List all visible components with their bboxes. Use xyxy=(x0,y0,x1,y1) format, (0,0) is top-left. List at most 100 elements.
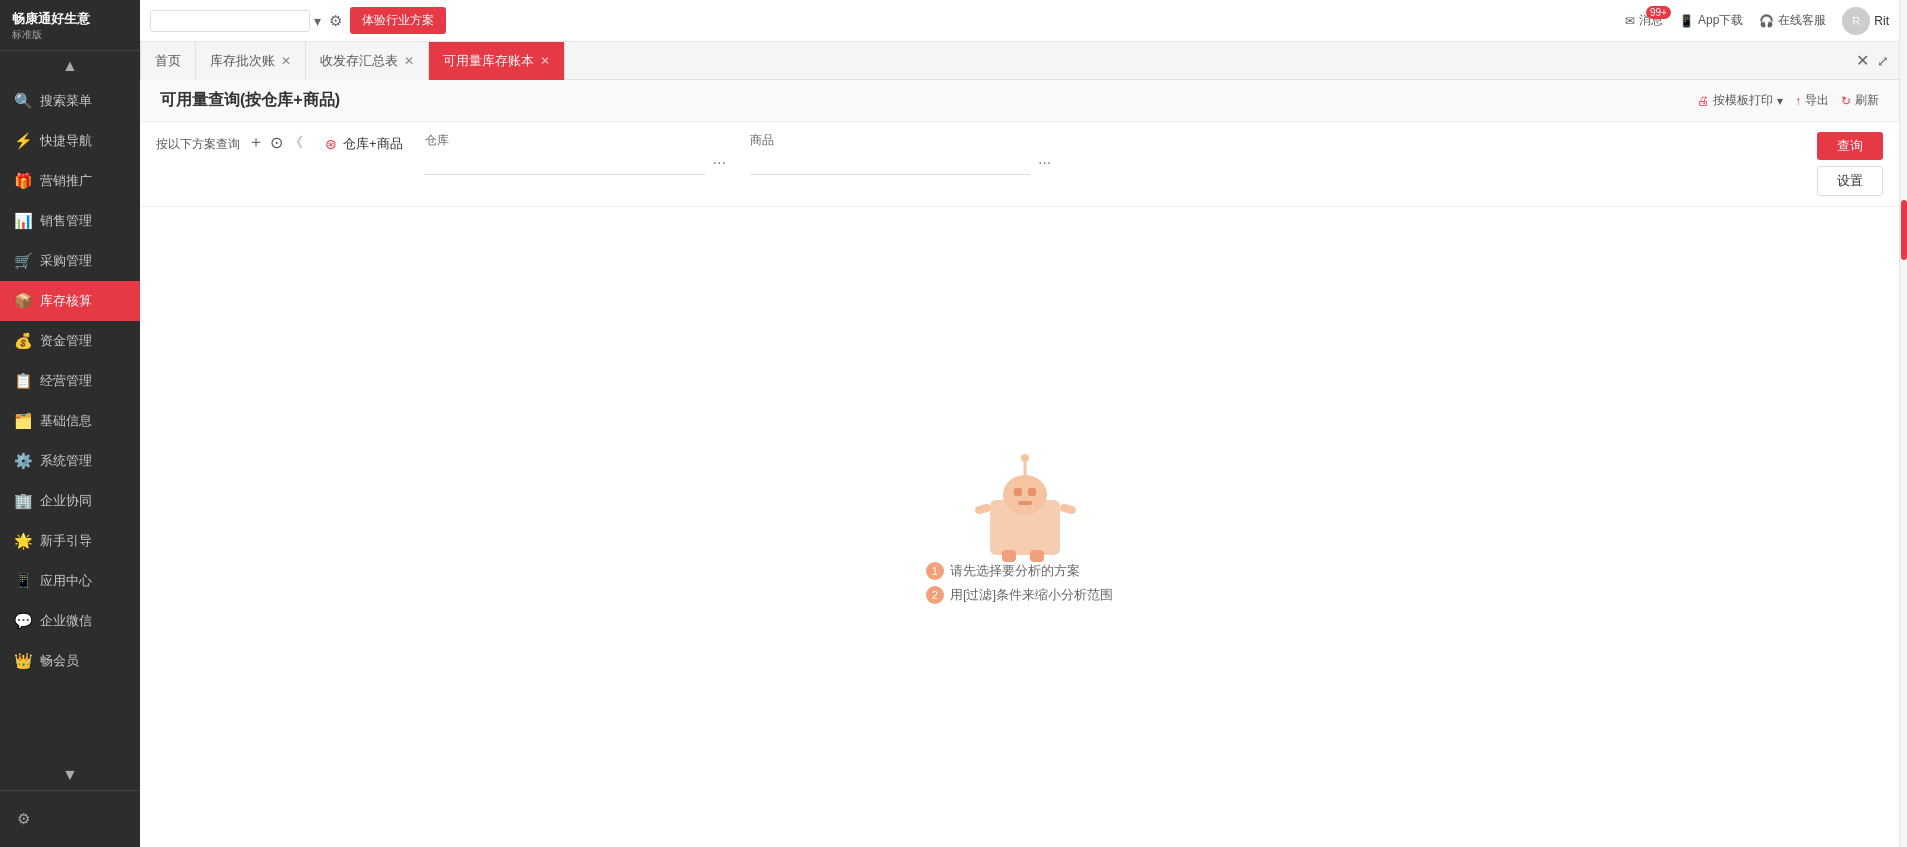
topbar-gear-button[interactable]: ⚙ xyxy=(329,12,342,30)
svg-rect-8 xyxy=(1030,550,1044,562)
app-download-group[interactable]: 📱 App下载 xyxy=(1679,12,1743,29)
scrollbar-thumb[interactable] xyxy=(1901,200,1907,260)
tab-available[interactable]: 可用量库存账本 ✕ xyxy=(429,42,565,80)
sidebar-item-settings[interactable]: ⚙ xyxy=(0,799,140,839)
settings-bottom-icon: ⚙ xyxy=(14,810,32,828)
enterprise-icon: 🏢 xyxy=(14,492,32,510)
sidebar-item-marketing[interactable]: 🎁 营销推广 xyxy=(0,161,140,201)
topbar-search-area: ▾ xyxy=(150,10,321,32)
goods-input[interactable] xyxy=(750,151,1030,175)
sidebar-item-finance[interactable]: 💰 资金管理 xyxy=(0,321,140,361)
goods-more-button[interactable]: ··· xyxy=(1034,154,1055,172)
warehouse-label: 仓库 xyxy=(425,132,730,149)
svg-point-10 xyxy=(1021,454,1029,462)
print-button[interactable]: 🖨 按模板打印 ▾ xyxy=(1697,92,1783,109)
sidebar-item-inventory[interactable]: 📦 库存核算 xyxy=(0,281,140,321)
inventory-icon: 📦 xyxy=(14,292,32,310)
sidebar-item-operation[interactable]: 📋 经营管理 xyxy=(0,361,140,401)
tab-label-available: 可用量库存账本 xyxy=(443,52,534,70)
message-icon-group[interactable]: ✉ 消息 99+ xyxy=(1625,12,1663,29)
empty-illustration xyxy=(970,450,1070,550)
logo-sub: 标准版 xyxy=(12,28,128,42)
print-label: 按模板打印 xyxy=(1713,92,1773,109)
export-button[interactable]: ↑ 导出 xyxy=(1795,92,1829,109)
print-dropdown-icon: ▾ xyxy=(1777,94,1783,108)
main-area: ▾ ⚙ 体验行业方案 ✉ 消息 99+ 📱 App下载 🎧 在线客服 R R xyxy=(140,0,1899,847)
collapse-filter-button[interactable]: 《 xyxy=(289,134,303,152)
settings-button[interactable]: 设置 xyxy=(1817,166,1883,196)
sidebar-item-label-newbie: 新手引导 xyxy=(40,532,92,550)
tab-close-batch[interactable]: ✕ xyxy=(281,54,291,68)
tabbar-actions: ✕ ⤢ xyxy=(1856,51,1899,70)
refresh-button[interactable]: ↻ 刷新 xyxy=(1841,92,1879,109)
sidebar-item-quicknav[interactable]: ⚡ 快捷导航 xyxy=(0,121,140,161)
search-input[interactable] xyxy=(150,10,310,32)
sidebar-item-label-search: 搜索菜单 xyxy=(40,92,92,110)
query-button[interactable]: 查询 xyxy=(1817,132,1883,160)
manage-scheme-button[interactable]: ⊙ xyxy=(270,133,283,152)
online-service-group[interactable]: 🎧 在线客服 xyxy=(1759,12,1826,29)
page-header-actions: 🖨 按模板打印 ▾ ↑ 导出 ↻ 刷新 xyxy=(1697,92,1879,109)
headset-icon: 🎧 xyxy=(1759,14,1774,28)
sidebar-scroll-area: 🔍 搜索菜单 ⚡ 快捷导航 🎁 营销推广 📊 销售管理 🛒 采购管理 📦 库存核… xyxy=(0,81,140,760)
sidebar-scroll-up-button[interactable]: ▲ xyxy=(0,51,140,81)
export-icon: ↑ xyxy=(1795,94,1801,108)
refresh-icon: ↻ xyxy=(1841,94,1851,108)
scheme-item-warehouse-goods[interactable]: ⊛ 仓库+商品 xyxy=(319,132,409,156)
svg-rect-7 xyxy=(1002,550,1016,562)
right-scrollbar[interactable] xyxy=(1899,0,1907,847)
industry-solution-button[interactable]: 体验行业方案 xyxy=(350,7,446,34)
sidebar-item-wechat[interactable]: 💬 企业微信 xyxy=(0,601,140,641)
sidebar-item-sales[interactable]: 📊 销售管理 xyxy=(0,201,140,241)
sidebar: 畅康通好生意 标准版 ▲ 🔍 搜索菜单 ⚡ 快捷导航 🎁 营销推广 📊 销售管理… xyxy=(0,0,140,847)
svg-rect-6 xyxy=(1059,503,1077,515)
warehouse-input[interactable] xyxy=(425,151,705,175)
filter-fields: 仓库 ··· 商品 ··· xyxy=(425,132,1801,175)
sidebar-item-label-enterprise: 企业协同 xyxy=(40,492,92,510)
sidebar-scroll-down-button[interactable]: ▼ xyxy=(0,760,140,790)
add-scheme-button[interactable]: ＋ xyxy=(248,132,264,153)
quicknav-icon: ⚡ xyxy=(14,132,32,150)
sidebar-item-appcenter[interactable]: 📱 应用中心 xyxy=(0,561,140,601)
filter-section: 按以下方案查询 ＋ ⊙ 《 ⊛ 仓库+商品 仓库 xyxy=(140,122,1899,207)
warehouse-more-button[interactable]: ··· xyxy=(709,154,730,172)
sidebar-item-basic[interactable]: 🗂️ 基础信息 xyxy=(0,401,140,441)
sidebar-item-label-basic: 基础信息 xyxy=(40,412,92,430)
goods-label: 商品 xyxy=(750,132,1055,149)
hint-num-1: 1 xyxy=(926,562,944,580)
svg-rect-4 xyxy=(1018,501,1032,505)
expand-tab-button[interactable]: ⤢ xyxy=(1877,53,1889,69)
tab-close-available[interactable]: ✕ xyxy=(540,54,550,68)
purchase-icon: 🛒 xyxy=(14,252,32,270)
sidebar-item-enterprise[interactable]: 🏢 企业协同 xyxy=(0,481,140,521)
sidebar-item-vip[interactable]: 👑 畅会员 xyxy=(0,641,140,681)
goods-filter-field: 商品 ··· xyxy=(750,132,1055,175)
sidebar-item-label-wechat: 企业微信 xyxy=(40,612,92,630)
tab-summary[interactable]: 收发存汇总表 ✕ xyxy=(306,42,429,80)
logo-title: 畅康通好生意 xyxy=(12,10,128,28)
avatar: R xyxy=(1842,7,1870,35)
sidebar-item-search[interactable]: 🔍 搜索菜单 xyxy=(0,81,140,121)
search-dropdown-button[interactable]: ▾ xyxy=(314,13,321,29)
sidebar-item-purchase[interactable]: 🛒 采购管理 xyxy=(0,241,140,281)
appcenter-icon: 📱 xyxy=(14,572,32,590)
close-all-tabs-button[interactable]: ✕ xyxy=(1856,51,1869,70)
tab-close-summary[interactable]: ✕ xyxy=(404,54,414,68)
page-header: 可用量查询(按仓库+商品) 🖨 按模板打印 ▾ ↑ 导出 ↻ 刷新 xyxy=(140,80,1899,122)
filter-scheme-label: 按以下方案查询 xyxy=(156,132,240,153)
user-avatar-group[interactable]: R Rit xyxy=(1842,7,1889,35)
filter-scheme-list: ⊛ 仓库+商品 xyxy=(319,132,409,156)
sidebar-item-label-finance: 资金管理 xyxy=(40,332,92,350)
empty-hint-2: 2 用[过滤]条件来缩小分析范围 xyxy=(926,586,1113,604)
sidebar-item-label-appcenter: 应用中心 xyxy=(40,572,92,590)
username-label: Rit xyxy=(1874,14,1889,28)
sidebar-bottom: ⚙ xyxy=(0,790,140,847)
sidebar-item-label-vip: 畅会员 xyxy=(40,652,79,670)
tab-home[interactable]: 首页 xyxy=(140,42,196,80)
sidebar-item-system[interactable]: ⚙️ 系统管理 xyxy=(0,441,140,481)
tab-batch[interactable]: 库存批次账✕ xyxy=(196,42,306,80)
tab-label-summary: 收发存汇总表 xyxy=(320,52,398,70)
sidebar-item-newbie[interactable]: 🌟 新手引导 xyxy=(0,521,140,561)
app-download-label: App下载 xyxy=(1698,12,1743,29)
export-label: 导出 xyxy=(1805,92,1829,109)
